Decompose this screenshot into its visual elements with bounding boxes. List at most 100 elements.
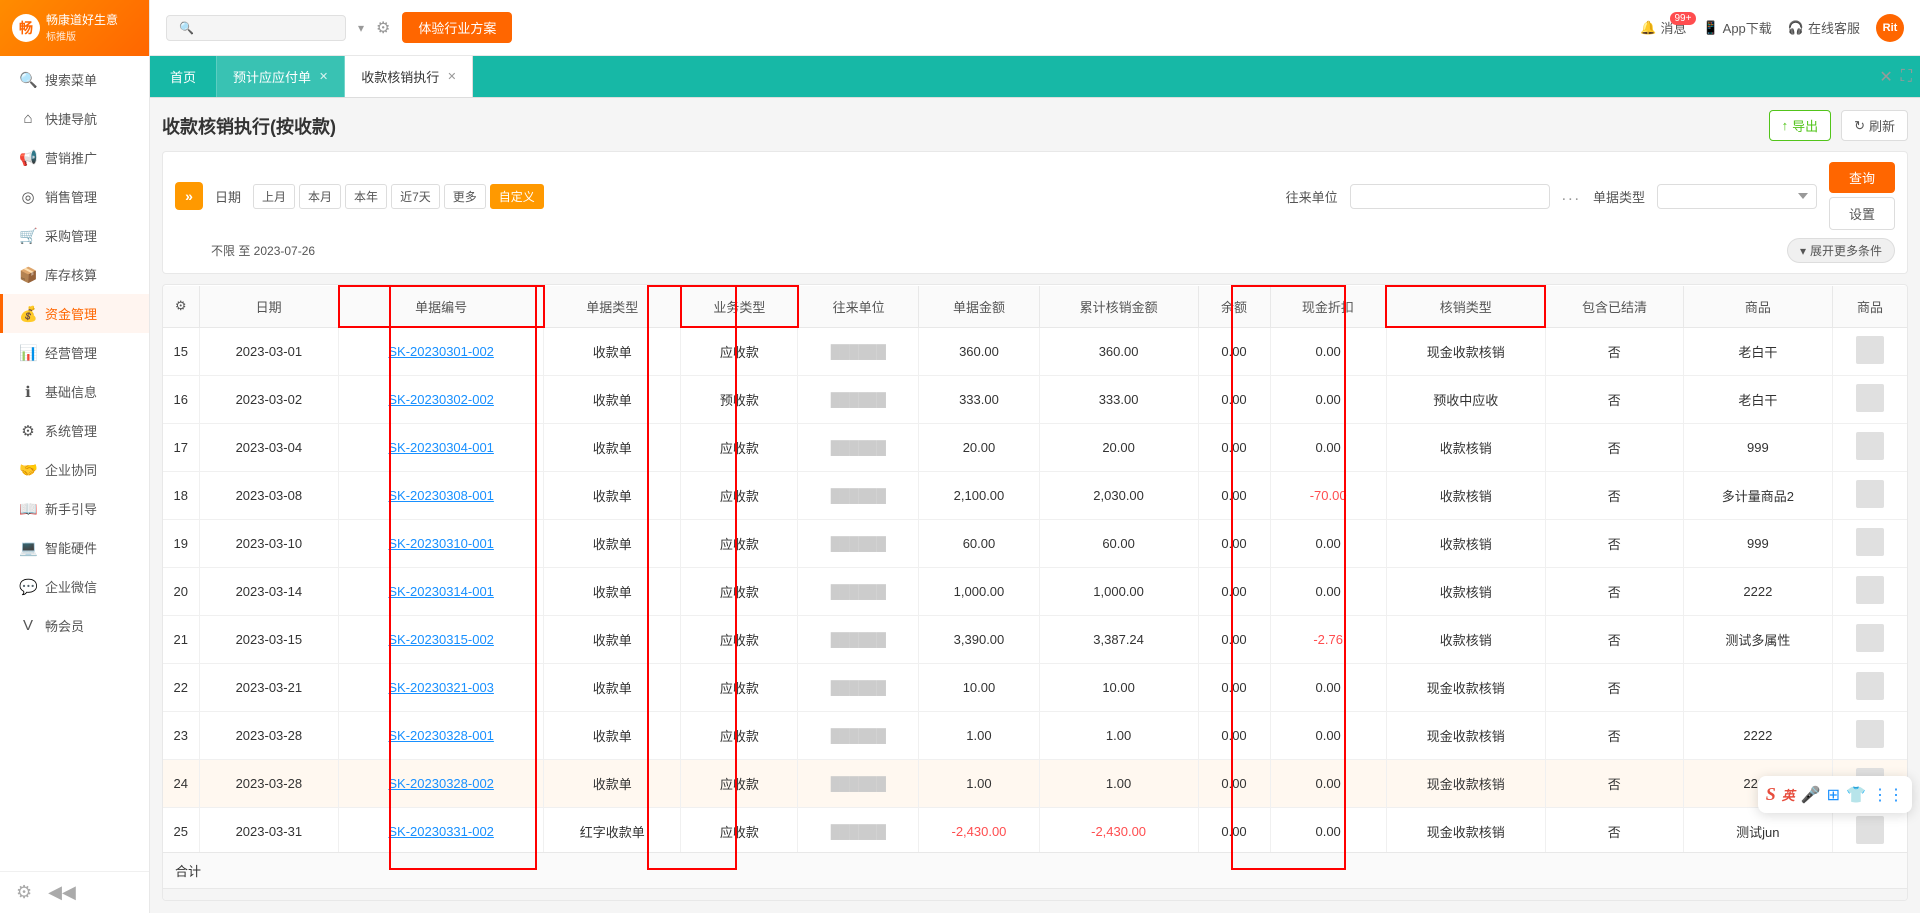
tab-expand-icon[interactable]: ⛶ [1901,68,1912,86]
doc-no-link[interactable]: SK-20230304-001 [388,440,494,455]
dropdown-arrow-icon[interactable]: ▾ [358,21,364,35]
sidebar-item-quick[interactable]: ⌂ 快捷导航 [0,99,149,138]
solution-button[interactable]: 体验行业方案 [402,12,512,43]
doc-no-link[interactable]: SK-20230302-002 [388,392,494,407]
row-doc-no: SK-20230328-002 [339,759,544,807]
tab-collection-close-icon[interactable]: ✕ [447,70,456,83]
row-no: 20 [163,567,199,615]
export-button[interactable]: ↑ 导出 [1769,110,1832,141]
collapse-icon[interactable]: ◀◀ [48,882,76,903]
more-filters-dots[interactable]: ... [1562,187,1581,205]
col-partner: 往来单位 [798,286,919,327]
online-service-button[interactable]: 🎧 在线客服 [1788,18,1860,37]
row-no: 17 [163,423,199,471]
sidebar-item-wechat[interactable]: 💬 企业微信 [0,567,149,606]
footer-total-label: 合计 [175,861,201,880]
sidebar-item-basic[interactable]: ℹ 基础信息 [0,372,149,411]
row-amount: 333.00 [919,375,1039,423]
sidebar-item-system[interactable]: ⚙ 系统管理 [0,411,149,450]
s-brand-icon: S [1766,784,1776,805]
sidebar-item-finance[interactable]: 💰 资金管理 [0,294,149,333]
refresh-button[interactable]: ↻ 刷新 [1841,110,1908,141]
settings-icon[interactable]: ⚙ [376,18,390,38]
doc-no-link[interactable]: SK-20230301-002 [388,344,494,359]
table-row[interactable]: 20 2023-03-14 SK-20230314-001 收款单 应收款 ██… [163,567,1907,615]
table-row[interactable]: 18 2023-03-08 SK-20230308-001 收款单 应收款 ██… [163,471,1907,519]
row-discount: -70.00 [1270,471,1386,519]
tabbar: 首页 预计应应付单 ✕ 收款核销执行 ✕ ✕ ⛶ [150,56,1920,98]
row-writeoff-type: 现金收款核销 [1386,663,1545,711]
operation-icon: 📊 [19,344,37,362]
doc-no-link[interactable]: SK-20230328-002 [388,776,494,791]
tab-prepay-close-icon[interactable]: ✕ [319,70,328,83]
row-writeoff-type: 收款核销 [1386,423,1545,471]
col-amount: 单据金额 [919,286,1039,327]
shirt-icon[interactable]: 👕 [1846,785,1866,805]
table-row[interactable]: 19 2023-03-10 SK-20230310-001 收款单 应收款 ██… [163,519,1907,567]
menu-icon[interactable]: ⋮⋮ [1872,785,1904,805]
sidebar-item-marketing[interactable]: 📢 营销推广 [0,138,149,177]
table-scroll-container[interactable]: ⚙ 日期 单据编号 单据类型 业务类型 往来单位 单据金额 累计核销金额 余额 … [163,285,1907,852]
custom-date-button[interactable]: 自定义 [490,184,544,209]
last-7days-button[interactable]: 近7天 [391,184,440,209]
doc-no-link[interactable]: SK-20230315-002 [388,632,494,647]
row-included: 否 [1545,327,1683,375]
quick-nav-icon: ⌂ [19,110,37,127]
query-button[interactable]: 查询 [1829,162,1895,193]
sidebar-item-member[interactable]: V 畅会员 [0,606,149,645]
tab-prepay[interactable]: 预计应应付单 ✕ [217,56,345,97]
notification-button[interactable]: 🔔 消息 99+ [1640,18,1686,37]
row-writeoff-type: 现金收款核销 [1386,759,1545,807]
sidebar-item-enterprise[interactable]: 🤝 企业协同 [0,450,149,489]
table-row[interactable]: 21 2023-03-15 SK-20230315-002 收款单 应收款 ██… [163,615,1907,663]
doc-no-link[interactable]: SK-20230321-003 [388,680,494,695]
table-row[interactable]: 15 2023-03-01 SK-20230301-002 收款单 应收款 ██… [163,327,1907,375]
row-biz-type: 应收款 [681,759,798,807]
mic-icon[interactable]: 🎤 [1801,785,1821,805]
row-included: 否 [1545,663,1683,711]
app-download-button[interactable]: 📱 App下载 [1702,18,1771,37]
doc-no-link[interactable]: SK-20230308-001 [388,488,494,503]
sidebar-item-guide[interactable]: 📖 新手引导 [0,489,149,528]
floating-toolbar: S 英 🎤 ⊞ 👕 ⋮⋮ [1758,776,1912,813]
table-row[interactable]: 17 2023-03-04 SK-20230304-001 收款单 应收款 ██… [163,423,1907,471]
sidebar-item-hardware[interactable]: 💻 智能硬件 [0,528,149,567]
last-month-button[interactable]: 上月 [253,184,295,209]
doc-no-link[interactable]: SK-20230310-001 [388,536,494,551]
doc-type-select[interactable] [1657,184,1817,209]
col-settings-icon[interactable]: ⚙ [163,286,199,327]
settings-gear-icon[interactable]: ⚙ [16,882,32,903]
sidebar-item-purchase[interactable]: 🛒 采购管理 [0,216,149,255]
sidebar-item-operation[interactable]: 📊 经营管理 [0,333,149,372]
table-row[interactable]: 24 2023-03-28 SK-20230328-002 收款单 应收款 ██… [163,759,1907,807]
this-month-button[interactable]: 本月 [299,184,341,209]
this-year-button[interactable]: 本年 [345,184,387,209]
horizontal-scrollbar[interactable] [163,888,1907,900]
row-included: 否 [1545,807,1683,852]
search-box[interactable]: 🔍 [166,15,346,41]
sidebar-item-sales[interactable]: ◎ 销售管理 [0,177,149,216]
grid-icon[interactable]: ⊞ [1827,785,1840,805]
expand-more-button[interactable]: ▾ 展开更多条件 [1787,238,1895,263]
tab-close-all-icon[interactable]: ✕ [1879,67,1892,87]
tab-home[interactable]: 首页 [150,56,217,97]
doc-no-link[interactable]: SK-20230331-002 [388,824,494,839]
notification-badge: 99+ [1670,12,1697,25]
table-row[interactable]: 16 2023-03-02 SK-20230302-002 收款单 预收款 ██… [163,375,1907,423]
doc-no-link[interactable]: SK-20230314-001 [388,584,494,599]
more-date-button[interactable]: 更多 [444,184,486,209]
tab-collection[interactable]: 收款核销执行 ✕ [345,56,473,97]
goods-thumbnail [1856,672,1884,700]
partner-input[interactable] [1350,184,1550,209]
setting-button[interactable]: 设置 [1829,197,1895,230]
user-avatar[interactable]: Rit [1876,14,1904,42]
sidebar-item-inventory[interactable]: 📦 库存核算 [0,255,149,294]
sidebar-item-search[interactable]: 🔍 搜索菜单 [0,60,149,99]
table-row[interactable]: 22 2023-03-21 SK-20230321-003 收款单 应收款 ██… [163,663,1907,711]
filter-toggle-button[interactable]: » [175,182,203,210]
row-partner: ██████ [798,615,919,663]
basic-icon: ℹ [19,383,37,401]
table-row[interactable]: 25 2023-03-31 SK-20230331-002 红字收款单 应收款 … [163,807,1907,852]
table-row[interactable]: 23 2023-03-28 SK-20230328-001 收款单 应收款 ██… [163,711,1907,759]
doc-no-link[interactable]: SK-20230328-001 [388,728,494,743]
